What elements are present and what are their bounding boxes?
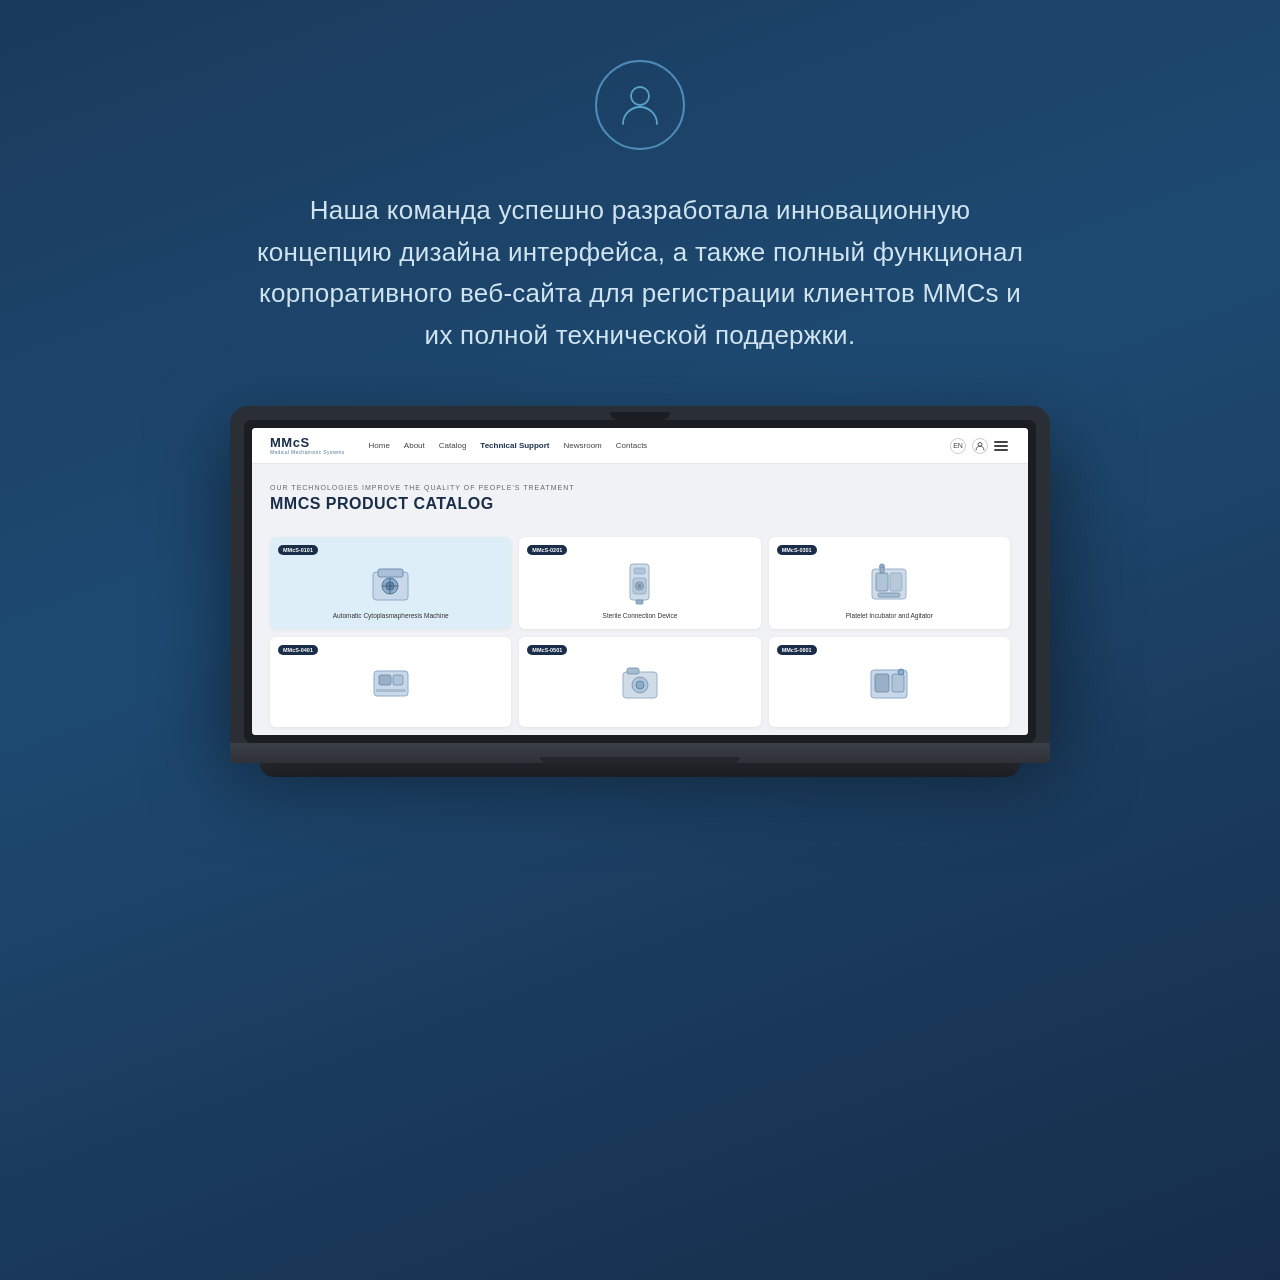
product-name-0301: Platelet Incubator and Agitator — [846, 612, 933, 620]
nav-catalog[interactable]: Catalog — [439, 441, 467, 450]
nav-right-controls: EN — [950, 438, 1010, 454]
product-grid-row2: MMcS-0401 MMcS-0501 — [252, 637, 1028, 735]
svg-rect-10 — [634, 568, 645, 574]
svg-point-27 — [636, 681, 644, 689]
product-image-0501 — [615, 661, 665, 706]
nav-lang-label: EN — [953, 442, 963, 449]
svg-point-13 — [638, 584, 642, 588]
svg-rect-31 — [892, 674, 904, 692]
svg-rect-28 — [627, 668, 639, 674]
svg-rect-3 — [378, 569, 403, 577]
nav-logo-title: MMcS — [270, 436, 345, 449]
svg-point-32 — [898, 669, 904, 675]
svg-point-0 — [631, 87, 649, 105]
product-name-0201: Sterile Connection Device — [603, 612, 678, 620]
product-card-0201[interactable]: MMcS-0201 Sterile Connection D — [519, 537, 760, 628]
website-hero: OUR TECHNOLOGIES IMPROVE THE QUALITY OF … — [252, 464, 1028, 537]
product-image-0101 — [366, 561, 416, 606]
nav-links: Home About Catalog Technical Support New… — [369, 441, 950, 450]
nav-home[interactable]: Home — [369, 441, 390, 450]
person-icon — [595, 60, 685, 150]
svg-rect-20 — [880, 567, 884, 573]
product-image-0401 — [366, 661, 416, 706]
nav-technical-support[interactable]: Technical Support — [480, 441, 549, 450]
svg-rect-30 — [875, 674, 889, 692]
svg-rect-23 — [393, 675, 403, 685]
screen-content: MMcS Medical Mechatronic Systems Home Ab… — [252, 428, 1028, 734]
product-card-0401[interactable]: MMcS-0401 — [270, 637, 511, 727]
product-image-0201 — [615, 561, 665, 606]
nav-newsroom[interactable]: Newsroom — [564, 441, 602, 450]
svg-rect-18 — [878, 593, 900, 597]
svg-rect-16 — [876, 573, 888, 591]
nav-contacts[interactable]: Contacts — [616, 441, 648, 450]
product-image-0601 — [864, 661, 914, 706]
product-badge-0501: MMcS-0501 — [527, 645, 567, 655]
product-name-0101: Automatic Cytoplasmapheresis Machine — [333, 612, 449, 620]
laptop-stand — [260, 763, 1020, 777]
product-image-0301 — [864, 561, 914, 606]
product-badge-0301: MMcS-0301 — [777, 545, 817, 555]
hero-subtitle: OUR TECHNOLOGIES IMPROVE THE QUALITY OF … — [270, 484, 1010, 491]
laptop-mockup: MMcS Medical Mechatronic Systems Home Ab… — [230, 406, 1050, 776]
product-badge-0201: MMcS-0201 — [527, 545, 567, 555]
product-badge-0101: MMcS-0101 — [278, 545, 318, 555]
product-card-0601[interactable]: MMcS-0601 — [769, 637, 1010, 727]
nav-user-button[interactable] — [972, 438, 988, 454]
nav-language-toggle[interactable]: EN — [950, 438, 966, 454]
product-card-0301[interactable]: MMcS-0301 Platelet Incubator a — [769, 537, 1010, 628]
main-description-text: Наша команда успешно разработала инновац… — [250, 190, 1030, 356]
product-badge-0601: MMcS-0601 — [777, 645, 817, 655]
product-card-0101[interactable]: MMcS-0101 Aut — [270, 537, 511, 628]
svg-rect-22 — [379, 675, 391, 685]
screen-bezel: MMcS Medical Mechatronic Systems Home Ab… — [244, 420, 1036, 742]
svg-rect-24 — [376, 689, 406, 692]
nav-menu-button[interactable] — [994, 438, 1010, 454]
laptop-body: MMcS Medical Mechatronic Systems Home Ab… — [230, 406, 1050, 742]
product-card-0501[interactable]: MMcS-0501 — [519, 637, 760, 727]
nav-logo: MMcS Medical Mechatronic Systems — [270, 436, 345, 455]
laptop-base — [230, 743, 1050, 763]
nav-about[interactable]: About — [404, 441, 425, 450]
camera-notch — [610, 412, 670, 420]
svg-rect-17 — [890, 573, 902, 591]
hero-title: MMCS PRODUCT CATALOG — [270, 495, 1010, 513]
nav-logo-subtitle: Medical Mechatronic Systems — [270, 449, 345, 455]
svg-rect-14 — [636, 600, 643, 604]
product-badge-0401: MMcS-0401 — [278, 645, 318, 655]
website-navbar: MMcS Medical Mechatronic Systems Home Ab… — [252, 428, 1028, 464]
product-grid-row1: MMcS-0101 Aut — [252, 537, 1028, 636]
